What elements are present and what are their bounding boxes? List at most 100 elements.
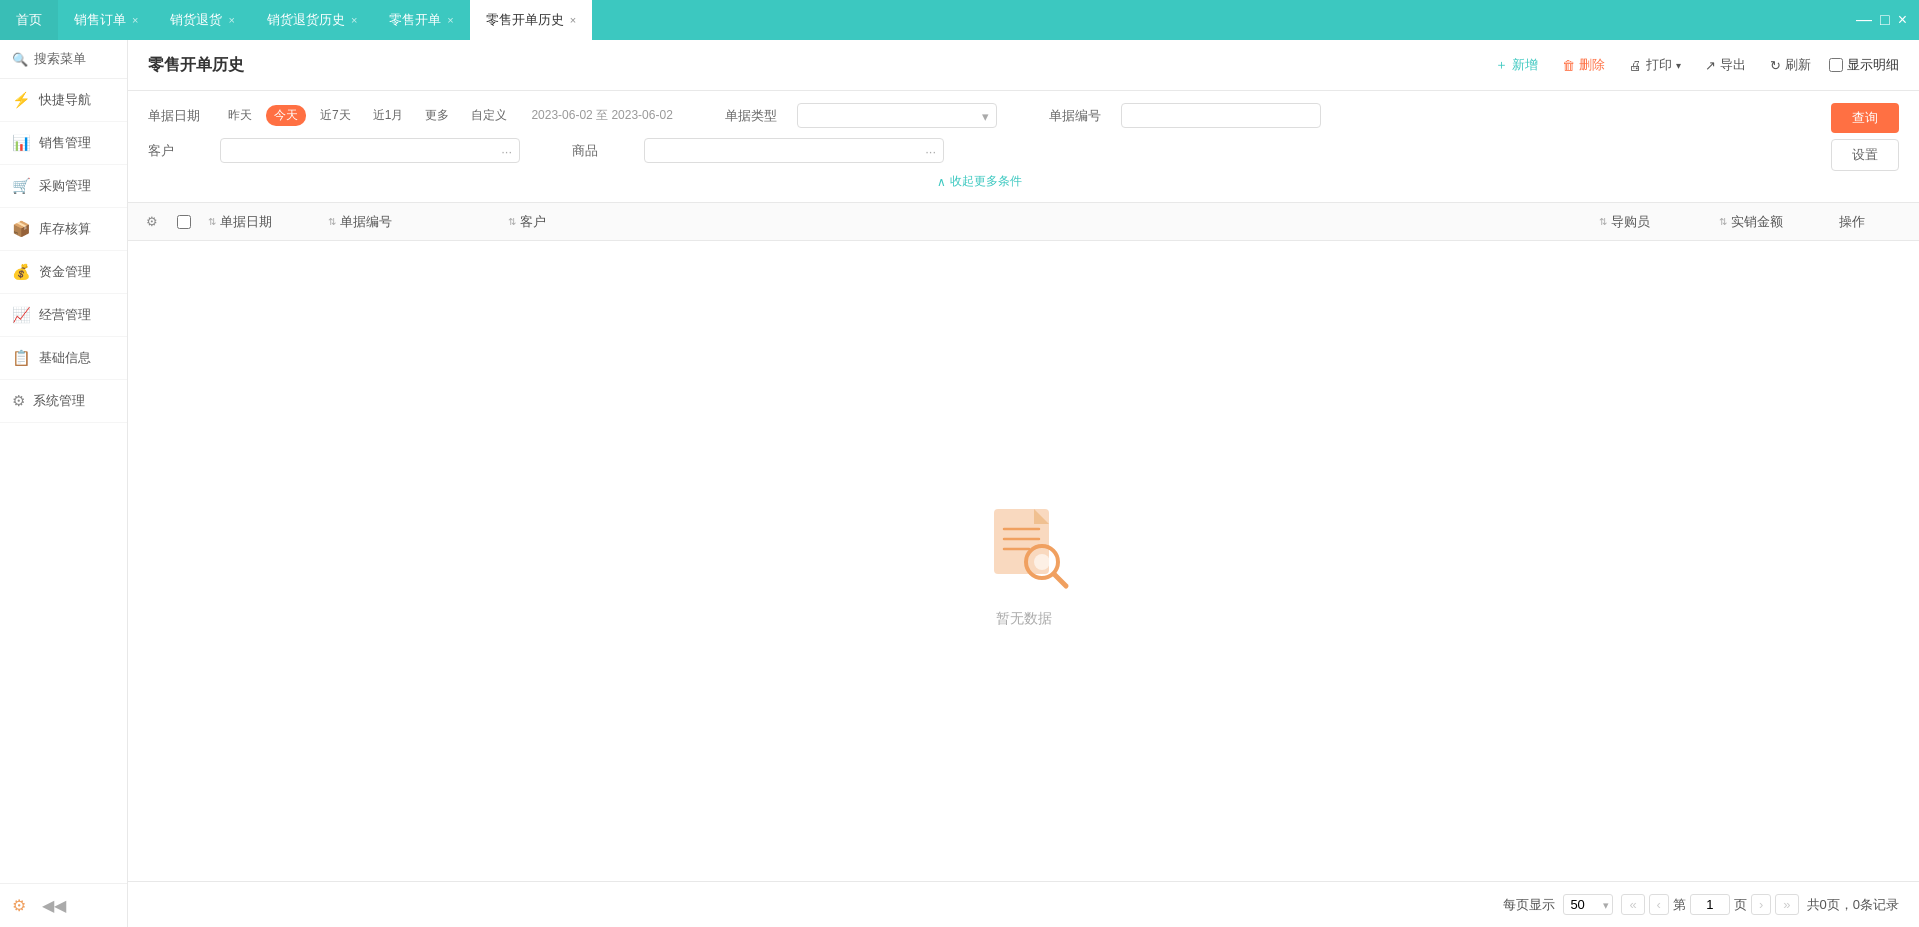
sort-icon-guide: ⇅ [1599,216,1607,227]
sidebar-item-operations[interactable]: 📈 经营管理 [0,294,127,337]
collapse-icon: ∧ [937,175,946,189]
window-close-icon[interactable]: × [1898,11,1907,29]
date-opt-1month[interactable]: 近1月 [365,105,412,126]
sys-mgmt-icon: ⚙ [12,392,25,410]
query-button[interactable]: 查询 [1831,103,1899,133]
sidebar-item-quick-nav[interactable]: ⚡ 快捷导航 [0,79,127,122]
th-number-label: 单据编号 [340,213,392,231]
page-title: 零售开单历史 [148,55,244,76]
sort-icon-date: ⇅ [208,216,216,227]
date-opt-custom[interactable]: 自定义 [463,105,515,126]
column-settings-icon[interactable]: ⚙ [136,214,168,229]
th-amount-label: 实销金额 [1731,213,1783,231]
refresh-button[interactable]: ↻ 刷新 [1764,52,1817,78]
display-detail-toggle[interactable]: 显示明细 [1829,56,1899,74]
table-header: ⚙ ⇅ 单据日期 ⇅ 单据编号 ⇅ 客户 ⇅ 导购员 [128,203,1919,241]
sidebar-item-operations-label: 经营管理 [39,306,91,324]
sort-icon-customer: ⇅ [508,216,516,227]
sidebar-item-inventory[interactable]: 📦 库存核算 [0,208,127,251]
table-area: ⚙ ⇅ 单据日期 ⇅ 单据编号 ⇅ 客户 ⇅ 导购员 [128,203,1919,881]
minimize-icon[interactable]: — [1856,11,1872,29]
inventory-icon: 📦 [12,220,31,238]
doc-type-select[interactable] [797,103,997,128]
per-page-select[interactable]: 20 50 100 [1563,894,1613,915]
sidebar-item-sys-mgmt-label: 系统管理 [33,392,85,410]
customer-ellipsis[interactable]: ··· [501,143,512,158]
tab-sales-order-close[interactable]: × [132,14,138,26]
tab-sales-return-close[interactable]: × [228,14,234,26]
sidebar-item-purchase-mgmt[interactable]: 🛒 采购管理 [0,165,127,208]
th-number[interactable]: ⇅ 单据编号 [320,213,500,231]
export-label: 导出 [1720,56,1746,74]
date-opt-today[interactable]: 今天 [266,105,306,126]
date-range-value: 2023-06-02 至 2023-06-02 [531,107,672,124]
tab-retail-open-history[interactable]: 零售开单历史 × [470,0,592,40]
prev-page-button[interactable]: ‹ [1649,894,1669,915]
delete-button[interactable]: 🗑 删除 [1556,52,1611,78]
tab-retail-open[interactable]: 零售开单 × [373,0,469,40]
print-label: 打印 [1646,56,1672,74]
display-detail-checkbox[interactable] [1829,58,1843,72]
first-page-button[interactable]: « [1621,894,1644,915]
date-opt-more[interactable]: 更多 [417,105,457,126]
settings-button[interactable]: 设置 [1831,139,1899,171]
add-label: 新增 [1512,56,1538,74]
empty-state: 暂无数据 [128,241,1919,881]
doc-number-input[interactable] [1121,103,1321,128]
th-date[interactable]: ⇅ 单据日期 [200,213,320,231]
window-controls: — □ × [1856,0,1919,40]
search-icon: 🔍 [12,52,28,67]
refresh-label: 刷新 [1785,56,1811,74]
page-nav: « ‹ 第 页 › » [1621,894,1798,915]
date-opt-7days[interactable]: 近7天 [312,105,359,126]
doc-number-label: 单据编号 [1049,107,1109,125]
th-guide[interactable]: ⇅ 导购员 [1591,213,1711,231]
tab-sales-return-history[interactable]: 销货退货历史 × [251,0,373,40]
th-customer[interactable]: ⇅ 客户 [500,213,1591,231]
per-page-label: 每页显示 [1503,896,1555,914]
empty-illustration [974,494,1074,594]
customer-input[interactable] [220,138,520,163]
th-action-label: 操作 [1839,213,1865,231]
query-settings-group: 查询 设置 [1831,103,1899,171]
sort-icon-amount: ⇅ [1719,216,1727,227]
th-amount[interactable]: ⇅ 实销金额 [1711,213,1831,231]
tab-retail-open-history-close[interactable]: × [570,14,576,26]
main-layout: 🔍 搜索菜单 ⚡ 快捷导航 📊 销售管理 🛒 采购管理 📦 库存核算 💰 资金管… [0,40,1919,927]
select-all-checkbox[interactable] [177,215,191,229]
last-page-button[interactable]: » [1775,894,1798,915]
tab-sales-return[interactable]: 销货退货 × [154,0,250,40]
print-button[interactable]: 🖨 打印 ▾ [1623,52,1687,78]
sidebar-search[interactable]: 🔍 搜索菜单 [0,40,127,79]
tab-home[interactable]: 首页 [0,0,58,40]
tab-retail-open-close[interactable]: × [447,14,453,26]
product-input[interactable] [644,138,944,163]
select-all-checkbox-wrap [168,215,200,229]
sidebar-collapse-icon[interactable]: ◀◀ [42,896,66,915]
sidebar-item-sales-mgmt[interactable]: 📊 销售管理 [0,122,127,165]
add-button[interactable]: ＋ 新增 [1489,52,1544,78]
doc-type-select-wrap [797,103,997,128]
sort-icon-number: ⇅ [328,216,336,227]
sidebar-settings-icon[interactable]: ⚙ [12,896,26,915]
empty-text: 暂无数据 [996,610,1052,628]
maximize-icon[interactable]: □ [1880,11,1890,29]
tab-sales-return-history-close[interactable]: × [351,14,357,26]
sidebar-item-finance[interactable]: 💰 资金管理 [0,251,127,294]
export-button[interactable]: ↗ 导出 [1699,52,1752,78]
filter-area: 单据日期 昨天 今天 近7天 近1月 更多 自定义 2023-06-02 至 2… [128,91,1919,203]
doc-type-label: 单据类型 [725,107,785,125]
display-detail-label: 显示明细 [1847,56,1899,74]
content-area: 零售开单历史 ＋ 新增 🗑 删除 🖨 打印 ▾ ↗ 导出 [128,40,1919,927]
page-number-input[interactable] [1690,894,1730,915]
sidebar-item-base-info[interactable]: 📋 基础信息 [0,337,127,380]
top-tab-bar: 首页 销售订单 × 销货退货 × 销货退货历史 × 零售开单 × 零售开单历史 … [0,0,1919,40]
print-icon: 🖨 [1629,58,1642,73]
sidebar-item-sys-mgmt[interactable]: ⚙ 系统管理 [0,380,127,423]
tab-retail-open-history-label: 零售开单历史 [486,11,564,29]
tab-sales-order[interactable]: 销售订单 × [58,0,154,40]
collapse-button[interactable]: ∧ 收起更多条件 [937,173,1022,190]
product-ellipsis[interactable]: ··· [925,143,936,158]
next-page-button[interactable]: › [1751,894,1771,915]
date-opt-yesterday[interactable]: 昨天 [220,105,260,126]
